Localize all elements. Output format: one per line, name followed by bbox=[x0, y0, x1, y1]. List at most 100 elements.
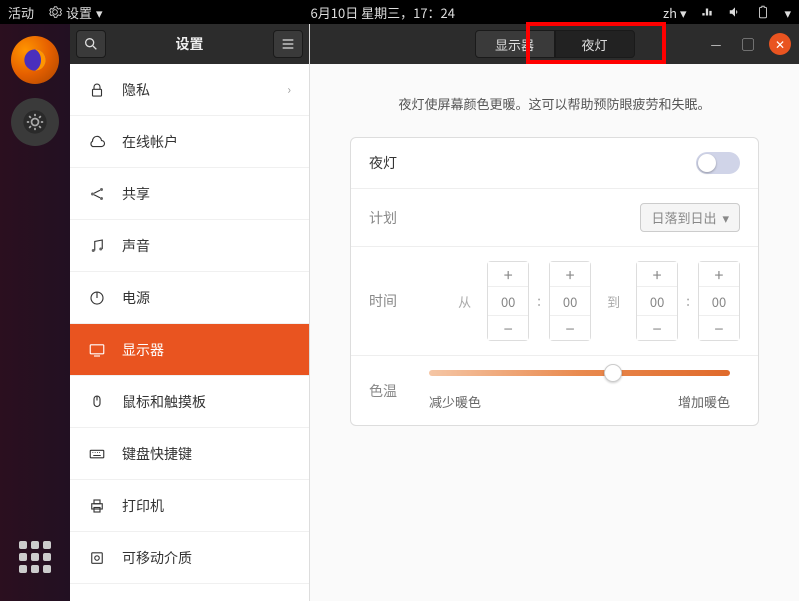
to-minute-input[interactable] bbox=[699, 286, 739, 316]
to-minute-spinner[interactable]: + − bbox=[698, 261, 740, 341]
sidebar-item-label: 键盘快捷键 bbox=[122, 444, 192, 464]
minimize-button[interactable]: — bbox=[705, 33, 727, 55]
main-header: 显示器 夜灯 — ▢ ✕ bbox=[310, 24, 799, 64]
printer-icon bbox=[88, 497, 106, 515]
night-light-description: 夜灯使屏幕颜色更暖。这可以帮助预防眼疲劳和失眠。 bbox=[350, 94, 759, 113]
temp-slider[interactable] bbox=[429, 370, 730, 376]
from-minute-input[interactable] bbox=[550, 286, 590, 316]
lock-icon bbox=[88, 81, 106, 99]
row-color-temp: 色温 减少暖色 增加暖色 bbox=[351, 356, 758, 425]
more-warm-label: 增加暖色 bbox=[678, 392, 730, 411]
minus-button[interactable]: − bbox=[488, 316, 528, 340]
network-icon[interactable] bbox=[700, 5, 714, 19]
from-minute-spinner[interactable]: + − bbox=[549, 261, 591, 341]
sidebar-item-label: 声音 bbox=[122, 236, 150, 256]
sidebar-item-label: 可移动介质 bbox=[122, 548, 192, 568]
sidebar-item-sound[interactable]: 声音 bbox=[70, 220, 309, 272]
dock-settings[interactable] bbox=[11, 98, 59, 146]
slider-labels: 减少暖色 增加暖色 bbox=[429, 392, 730, 411]
share-icon bbox=[88, 185, 106, 203]
plus-button[interactable]: + bbox=[699, 262, 739, 286]
to-label: 到 bbox=[607, 292, 620, 311]
cloud-icon bbox=[88, 133, 106, 151]
less-warm-label: 减少暖色 bbox=[429, 392, 481, 411]
sidebar-item-power[interactable]: 电源 bbox=[70, 272, 309, 324]
night-light-panel: 夜灯 计划 日落到日出 ▾ 时间 从 bbox=[350, 137, 759, 426]
music-icon bbox=[88, 237, 106, 255]
sidebar-item-color[interactable]: 色彩 bbox=[70, 584, 309, 601]
sidebar-item-keyboard[interactable]: 键盘快捷键 bbox=[70, 428, 309, 480]
plus-button[interactable]: + bbox=[550, 262, 590, 286]
volume-icon[interactable] bbox=[728, 5, 742, 19]
dock bbox=[0, 24, 70, 601]
firefox-icon bbox=[19, 44, 51, 76]
time-label: 时间 bbox=[369, 291, 419, 311]
row-night-light-toggle: 夜灯 bbox=[351, 138, 758, 189]
temp-label: 色温 bbox=[369, 381, 419, 401]
schedule-value: 日落到日出 bbox=[651, 208, 716, 227]
night-light-label: 夜灯 bbox=[369, 153, 397, 173]
search-icon bbox=[83, 36, 99, 52]
tab-displays[interactable]: 显示器 bbox=[475, 30, 555, 58]
sidebar-item-label: 隐私 bbox=[122, 80, 150, 100]
hamburger-menu[interactable] bbox=[273, 30, 303, 58]
sidebar-item-online-accounts[interactable]: 在线帐户 bbox=[70, 116, 309, 168]
menu-icon bbox=[280, 36, 296, 52]
sidebar-item-display[interactable]: 显示器 bbox=[70, 324, 309, 376]
keyboard-icon bbox=[88, 445, 106, 463]
row-schedule: 计划 日落到日出 ▾ bbox=[351, 189, 758, 247]
from-label: 从 bbox=[458, 292, 471, 311]
clock[interactable]: 6月10日 星期三，17：24 bbox=[103, 3, 663, 22]
to-hour-input[interactable] bbox=[637, 286, 677, 316]
app-menu[interactable]: 设置 ▾ bbox=[48, 3, 103, 22]
sidebar-item-label: 显示器 bbox=[122, 340, 164, 360]
plus-button[interactable]: + bbox=[637, 262, 677, 286]
power-icon bbox=[88, 289, 106, 307]
search-button[interactable] bbox=[76, 30, 106, 58]
sidebar-list: 隐私 › 在线帐户 共享 声音 电源 显示器 bbox=[70, 64, 309, 601]
schedule-label: 计划 bbox=[369, 208, 419, 228]
sidebar-item-privacy[interactable]: 隐私 › bbox=[70, 64, 309, 116]
sidebar-header: 设置 bbox=[70, 24, 309, 64]
from-hour-input[interactable] bbox=[488, 286, 528, 316]
input-source[interactable]: zh ▾ bbox=[663, 3, 687, 22]
from-hour-spinner[interactable]: + − bbox=[487, 261, 529, 341]
activities-button[interactable]: 活动 bbox=[8, 3, 34, 22]
gear-icon bbox=[21, 108, 49, 136]
content-area: 夜灯使屏幕颜色更暖。这可以帮助预防眼疲劳和失眠。 夜灯 计划 日落到日出 ▾ bbox=[310, 64, 799, 601]
row-time: 时间 从 + − : + − bbox=[351, 247, 758, 356]
night-light-toggle[interactable] bbox=[696, 152, 740, 174]
sidebar-item-label: 共享 bbox=[122, 184, 150, 204]
tab-night-light[interactable]: 夜灯 bbox=[555, 30, 635, 58]
colon: : bbox=[686, 291, 690, 311]
sidebar-item-printer[interactable]: 打印机 bbox=[70, 480, 309, 532]
window-controls: — ▢ ✕ bbox=[705, 33, 791, 55]
to-hour-spinner[interactable]: + − bbox=[636, 261, 678, 341]
minus-button[interactable]: − bbox=[699, 316, 739, 340]
mouse-icon bbox=[88, 393, 106, 411]
display-icon bbox=[88, 341, 106, 359]
tab-group: 显示器 夜灯 bbox=[475, 30, 635, 58]
minus-button[interactable]: − bbox=[637, 316, 677, 340]
settings-sidebar: 设置 隐私 › 在线帐户 共享 声音 bbox=[70, 24, 310, 601]
maximize-button[interactable]: ▢ bbox=[737, 33, 759, 55]
sidebar-item-removable[interactable]: 可移动介质 bbox=[70, 532, 309, 584]
dock-show-apps[interactable] bbox=[11, 533, 59, 581]
temp-slider-wrap: 减少暖色 增加暖色 bbox=[419, 370, 740, 411]
slider-thumb[interactable] bbox=[604, 364, 622, 382]
sidebar-item-sharing[interactable]: 共享 bbox=[70, 168, 309, 220]
time-controls: 从 + − : + − 到 bbox=[450, 261, 740, 341]
battery-icon[interactable] bbox=[756, 5, 770, 19]
schedule-combo[interactable]: 日落到日出 ▾ bbox=[640, 203, 740, 232]
minus-button[interactable]: − bbox=[550, 316, 590, 340]
chevron-down-icon: ▾ bbox=[722, 208, 729, 227]
close-button[interactable]: ✕ bbox=[769, 33, 791, 55]
plus-button[interactable]: + bbox=[488, 262, 528, 286]
system-menu-arrow[interactable]: ▾ bbox=[784, 3, 791, 22]
sidebar-item-label: 电源 bbox=[122, 288, 150, 308]
sidebar-item-label: 打印机 bbox=[122, 496, 164, 516]
colon: : bbox=[537, 291, 541, 311]
sidebar-item-label: 鼠标和触摸板 bbox=[122, 392, 206, 412]
sidebar-item-mouse[interactable]: 鼠标和触摸板 bbox=[70, 376, 309, 428]
dock-firefox[interactable] bbox=[11, 36, 59, 84]
